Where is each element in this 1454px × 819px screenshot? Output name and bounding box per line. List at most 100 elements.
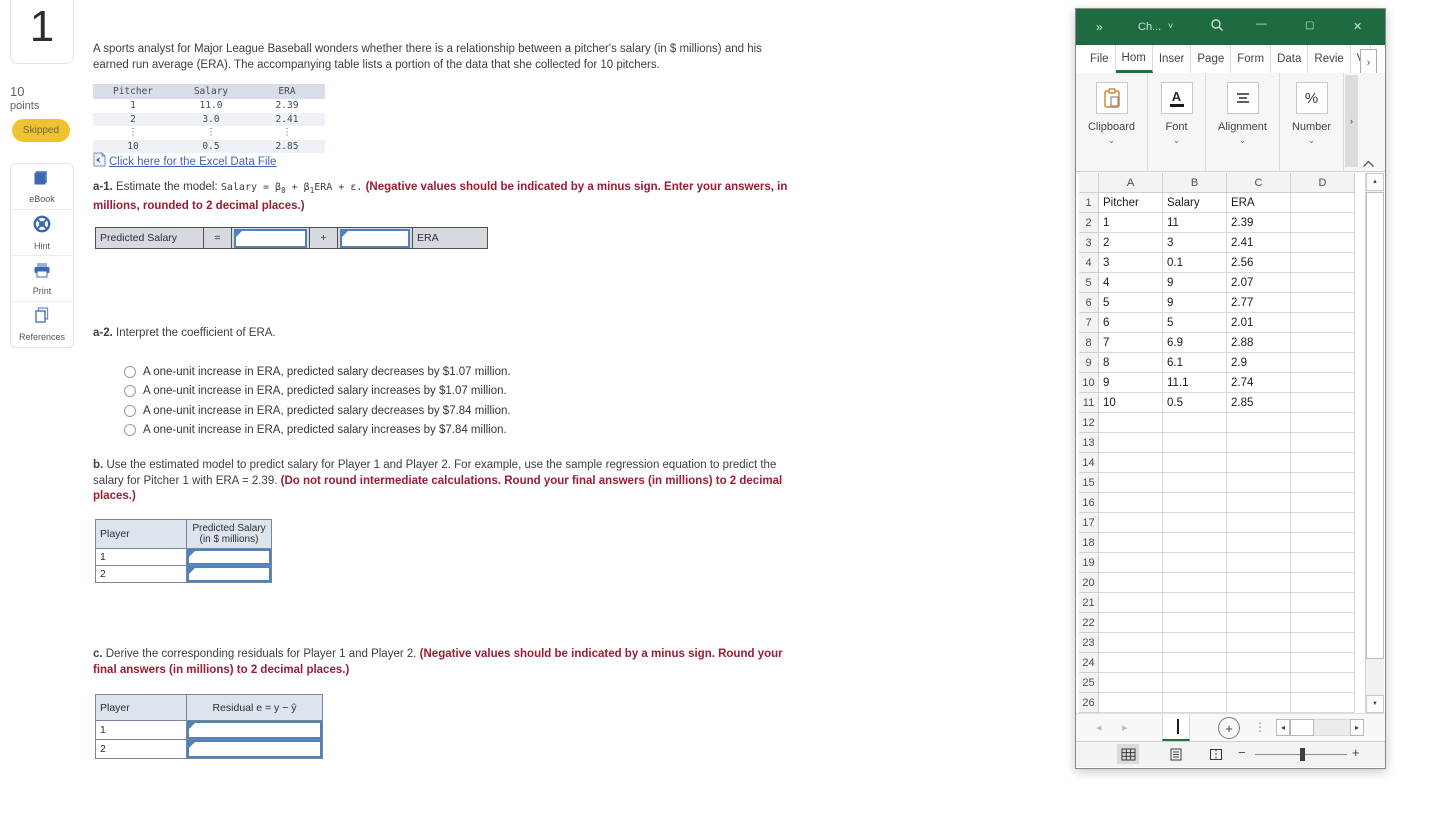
column-header-B[interactable]: B [1163,173,1227,193]
a2-option[interactable]: A one-unit increase in ERA, predicted sa… [124,421,511,441]
ribbon-tab-revie[interactable]: Revie [1308,45,1351,73]
cell-A14[interactable] [1099,453,1163,473]
cell-B24[interactable] [1163,653,1227,673]
cell-A16[interactable] [1099,493,1163,513]
vertical-scroll-thumb[interactable] [1366,192,1384,659]
cell-B4[interactable]: 0.1 [1163,253,1227,273]
ribbon-tab-inser[interactable]: Inser [1153,45,1192,73]
a1-intercept-input[interactable] [234,228,307,248]
cell-A22[interactable] [1099,613,1163,633]
cell-C19[interactable] [1227,553,1291,573]
spreadsheet-grid[interactable]: A B C D 1 Pitcher Salary ERA 2 1 11 2.39 3 2 3 2.41 4 3 0.… [1079,173,1365,713]
select-all-corner[interactable] [1079,173,1099,193]
cell-B3[interactable]: 3 [1163,233,1227,253]
cell-C12[interactable] [1227,413,1291,433]
maximize-button[interactable]: ▢ [1305,20,1314,31]
cell-C6[interactable]: 2.77 [1227,293,1291,313]
chevron-down-icon[interactable]: ˅ [1168,21,1173,31]
a2-option[interactable]: A one-unit increase in ERA, predicted sa… [124,382,511,402]
cell-A13[interactable] [1099,433,1163,453]
cell-A21[interactable] [1099,593,1163,613]
answer-input-cell[interactable] [186,739,323,759]
row-header-17[interactable]: 17 [1079,513,1099,533]
row-header-7[interactable]: 7 [1079,313,1099,333]
ribbon-overflow-button[interactable]: › [1345,75,1358,167]
cell-B22[interactable] [1163,613,1227,633]
cell-B17[interactable] [1163,513,1227,533]
cell-D16[interactable] [1291,493,1355,513]
cell-D1[interactable] [1291,193,1355,213]
row-header-12[interactable]: 12 [1079,413,1099,433]
zoom-slider-thumb[interactable] [1300,748,1305,761]
cell-A20[interactable] [1099,573,1163,593]
row-header-14[interactable]: 14 [1079,453,1099,473]
cell-A2[interactable]: 1 [1099,213,1163,233]
cell-A26[interactable] [1099,693,1163,713]
horizontal-scrollbar[interactable]: ◂ ▸ [1276,719,1364,736]
ribbon-group-clipboard[interactable]: Clipboard ⌄ [1076,73,1148,171]
cell-D20[interactable] [1291,573,1355,593]
excel-data-file-link[interactable]: Click here for the Excel Data File [93,151,276,172]
cell-C25[interactable] [1227,673,1291,693]
hscroll-left-icon[interactable]: ◂ [1276,719,1290,736]
cell-D22[interactable] [1291,613,1355,633]
cell-A4[interactable]: 3 [1099,253,1163,273]
excel-data-file-link-text[interactable]: Click here for the Excel Data File [109,156,276,168]
add-sheet-button[interactable]: + [1218,717,1240,739]
row-header-25[interactable]: 25 [1079,673,1099,693]
cell-B20[interactable] [1163,573,1227,593]
row-header-11[interactable]: 11 [1079,393,1099,413]
row-header-26[interactable]: 26 [1079,693,1099,713]
zoom-in-button[interactable]: + [1352,745,1360,760]
cell-A23[interactable] [1099,633,1163,653]
cell-D2[interactable] [1291,213,1355,233]
answer-input-cell[interactable] [186,548,272,566]
radio-button-icon[interactable] [124,385,136,398]
cell-B1[interactable]: Salary [1163,193,1227,213]
row-header-22[interactable]: 22 [1079,613,1099,633]
cell-A19[interactable] [1099,553,1163,573]
cell-D13[interactable] [1291,433,1355,453]
cell-B18[interactable] [1163,533,1227,553]
cell-A9[interactable]: 8 [1099,353,1163,373]
cell-B5[interactable]: 9 [1163,273,1227,293]
cell-B13[interactable] [1163,433,1227,453]
row-header-20[interactable]: 20 [1079,573,1099,593]
cell-A6[interactable]: 5 [1099,293,1163,313]
cell-A17[interactable] [1099,513,1163,533]
cell-D21[interactable] [1291,593,1355,613]
cell-D4[interactable] [1291,253,1355,273]
cell-A15[interactable] [1099,473,1163,493]
sheet-tab[interactable] [1162,714,1190,741]
ribbon-tab-page[interactable]: Page [1191,45,1232,73]
cell-A11[interactable]: 10 [1099,393,1163,413]
ribbon-group-alignment[interactable]: Alignment ⌄ [1206,73,1280,171]
radio-button-icon[interactable] [124,365,136,378]
radio-button-icon[interactable] [124,424,136,437]
cell-C1[interactable]: ERA [1227,193,1291,213]
row-header-15[interactable]: 15 [1079,473,1099,493]
ribbon-tab-data[interactable]: Data [1271,45,1309,73]
a2-option[interactable]: A one-unit increase in ERA, predicted sa… [124,401,511,421]
cell-D19[interactable] [1291,553,1355,573]
cell-C7[interactable]: 2.01 [1227,313,1291,333]
zoom-out-button[interactable]: − [1238,745,1246,760]
row-header-1[interactable]: 1 [1079,193,1099,213]
a2-option[interactable]: A one-unit increase in ERA, predicted sa… [124,362,511,382]
row-header-16[interactable]: 16 [1079,493,1099,513]
cell-B21[interactable] [1163,593,1227,613]
cell-C24[interactable] [1227,653,1291,673]
cell-D17[interactable] [1291,513,1355,533]
cell-C18[interactable] [1227,533,1291,553]
cell-B11[interactable]: 0.5 [1163,393,1227,413]
cell-D8[interactable] [1291,333,1355,353]
more-options-icon[interactable]: ⋮ [1254,720,1266,734]
answer-input[interactable] [187,721,322,739]
close-button[interactable]: ✕ [1353,20,1362,33]
cell-C8[interactable]: 2.88 [1227,333,1291,353]
cell-B10[interactable]: 11.1 [1163,373,1227,393]
cell-C5[interactable]: 2.07 [1227,273,1291,293]
cell-C16[interactable] [1227,493,1291,513]
normal-view-icon[interactable] [1117,744,1139,764]
cell-C2[interactable]: 2.39 [1227,213,1291,233]
